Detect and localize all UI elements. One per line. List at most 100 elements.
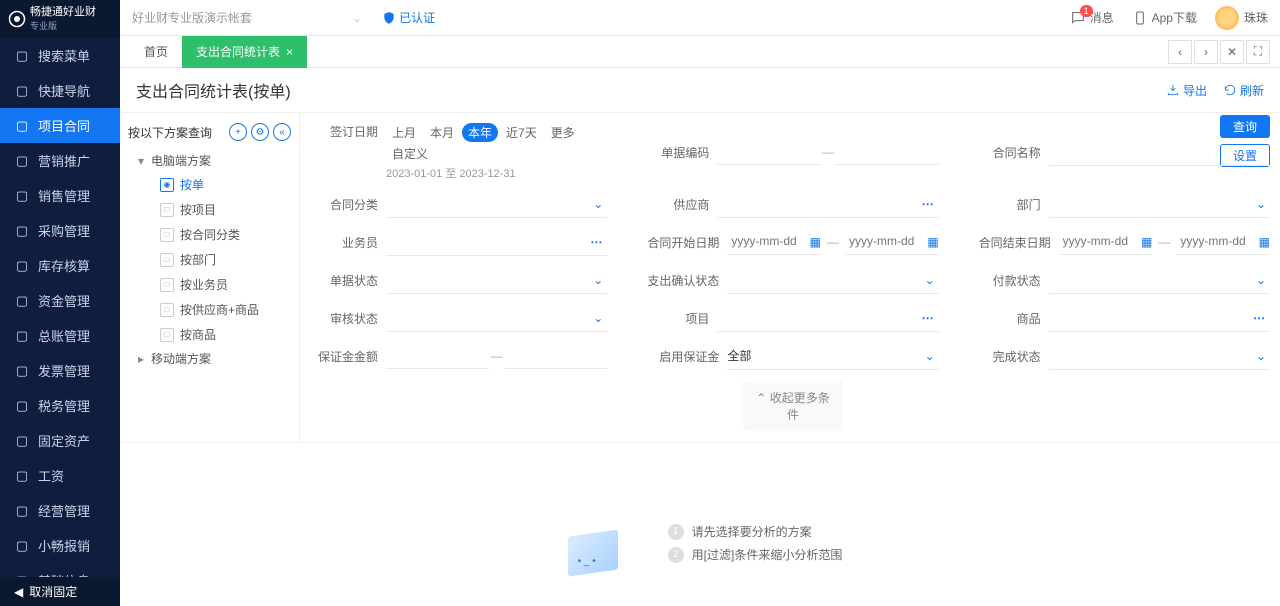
sidebar-item-10[interactable]: ▢税务管理 <box>0 388 120 423</box>
contract-name-input[interactable] <box>1049 138 1270 166</box>
sidebar-item-14[interactable]: ▢小畅报销 <box>0 528 120 563</box>
bill-code-to[interactable] <box>836 139 939 165</box>
end-date-from[interactable]: ▦ <box>1059 229 1153 255</box>
refresh-button[interactable]: 刷新 <box>1223 82 1264 99</box>
bill-status-select[interactable]: ⌄ <box>386 266 607 294</box>
sign-date-tab[interactable]: 本年 <box>462 123 498 142</box>
enable-deposit-label: 启用保证金 <box>647 348 727 365</box>
sidebar-item-9[interactable]: ▢发票管理 <box>0 353 120 388</box>
end-date-to[interactable]: ▦ <box>1176 229 1270 255</box>
goods-picker[interactable]: ⋯ <box>1049 304 1270 332</box>
messages-label: 消息 <box>1090 9 1114 26</box>
sign-date-tab[interactable]: 近7天 <box>500 123 543 142</box>
collapse-panel-button[interactable]: « <box>273 123 291 141</box>
sign-date-tab[interactable]: 自定义 <box>386 144 434 163</box>
messages-button[interactable]: 1 消息 <box>1070 9 1114 26</box>
tree-leaf[interactable]: ◉按单 <box>152 172 291 197</box>
start-date-to[interactable]: ▦ <box>845 229 939 255</box>
dash-separator: — <box>820 145 836 159</box>
fullscreen-button[interactable]: ⛶ <box>1246 40 1270 64</box>
sidebar-unpin[interactable]: ◀ 取消固定 <box>0 577 120 606</box>
tip-text: 请先选择要分析的方案 <box>692 523 812 540</box>
sign-date-range: 2023-01-01 至 2023-12-31 <box>386 165 607 181</box>
scheme-icon: □ <box>160 203 174 217</box>
tree-leaf[interactable]: □按合同分类 <box>152 222 291 247</box>
search-icon: ▢ <box>14 48 30 64</box>
tab-next-button[interactable]: › <box>1194 40 1218 64</box>
end-date-to-input[interactable] <box>1176 229 1258 255</box>
more-icon: ⋯ <box>1253 311 1266 325</box>
sign-date-tab[interactable]: 本月 <box>424 123 460 142</box>
collapse-conditions-button[interactable]: ⌃ 收起更多条件 <box>743 381 843 431</box>
sidebar-item-13[interactable]: ▢经营管理 <box>0 493 120 528</box>
start-date-to-input[interactable] <box>845 229 927 255</box>
goods-label: 商品 <box>979 310 1049 327</box>
tree-leaf[interactable]: □按商品 <box>152 322 291 347</box>
dept-select[interactable]: ⌄ <box>1049 190 1270 218</box>
calendar-icon: ▦ <box>927 235 938 249</box>
tab-0[interactable]: 首页 <box>130 36 182 68</box>
end-date-from-input[interactable] <box>1059 229 1141 255</box>
main-content: 支出合同统计表(按单) 导出 刷新 按以下方案查询 + ⚙ « ▾电脑端方案◉按… <box>120 68 1280 606</box>
contract-class-select[interactable]: ⌄ <box>386 190 607 218</box>
salesman-picker[interactable]: ⋯ <box>386 228 607 256</box>
tab-close-button[interactable]: ✕ <box>1220 40 1244 64</box>
sidebar-item-8[interactable]: ▢总账管理 <box>0 318 120 353</box>
tree-leaf[interactable]: □按供应商+商品 <box>152 297 291 322</box>
deposit-from[interactable] <box>386 343 489 369</box>
add-scheme-button[interactable]: + <box>229 123 247 141</box>
deposit-to[interactable] <box>505 343 608 369</box>
chevron-down-icon: ⌄ <box>925 349 935 363</box>
sidebar-item-3[interactable]: ▢营销推广 <box>0 143 120 178</box>
start-date-from[interactable]: ▦ <box>727 229 821 255</box>
confirm-status-select[interactable]: ⌄ <box>727 266 938 294</box>
tree-leaf-label: 按商品 <box>180 326 216 343</box>
project-picker[interactable]: ⋯ <box>717 304 938 332</box>
app-download-button[interactable]: App下载 <box>1132 9 1197 26</box>
scheme-tree: ▾电脑端方案◉按单□按项目□按合同分类□按部门□按业务员□按供应商+商品□按商品… <box>128 149 291 370</box>
chevron-down-icon: ⌄ <box>1256 349 1266 363</box>
tree-leaf[interactable]: □按业务员 <box>152 272 291 297</box>
sign-date-tab[interactable]: 上月 <box>386 123 422 142</box>
start-date-label: 合同开始日期 <box>647 234 727 251</box>
tree-leaf[interactable]: □按部门 <box>152 247 291 272</box>
search-button[interactable]: 查询 <box>1220 115 1270 138</box>
sidebar-item-7[interactable]: ▢资金管理 <box>0 283 120 318</box>
sidebar-item-0[interactable]: ▢搜索菜单 <box>0 38 120 73</box>
chevron-down-icon: ⌄ <box>352 11 362 25</box>
sidebar-item-5[interactable]: ▢采购管理 <box>0 213 120 248</box>
user-menu[interactable]: 珠珠 <box>1215 6 1268 30</box>
enable-deposit-value: 全部 <box>727 347 751 364</box>
sidebar-item-label: 项目合同 <box>38 116 90 135</box>
calendar-icon: ▦ <box>1141 235 1152 249</box>
sidebar-item-4[interactable]: ▢销售管理 <box>0 178 120 213</box>
scheme-settings-button[interactable]: ⚙ <box>251 123 269 141</box>
account-selector[interactable]: 好业财专业版演示帐套 ⌄ <box>132 9 362 26</box>
sidebar-item-6[interactable]: ▢库存核算 <box>0 248 120 283</box>
close-icon[interactable]: × <box>286 45 293 59</box>
home-icon: ▢ <box>14 83 30 99</box>
complete-status-select[interactable]: ⌄ <box>1049 342 1270 370</box>
pay-status-select[interactable]: ⌄ <box>1049 266 1270 294</box>
tree-node[interactable]: ▾电脑端方案 <box>128 149 291 172</box>
enable-deposit-select[interactable]: 全部 ⌄ <box>727 342 938 370</box>
supplier-picker[interactable]: ⋯ <box>717 190 938 218</box>
sidebar-item-11[interactable]: ▢固定资产 <box>0 423 120 458</box>
tab-label: 首页 <box>144 43 168 60</box>
export-button[interactable]: 导出 <box>1166 82 1207 99</box>
tree-node[interactable]: ▸移动端方案 <box>128 347 291 370</box>
sidebar-item-12[interactable]: ▢工资 <box>0 458 120 493</box>
confirm-status-label: 支出确认状态 <box>647 272 727 289</box>
sidebar-item-2[interactable]: ▢项目合同 <box>0 108 120 143</box>
bill-code-from[interactable] <box>717 139 820 165</box>
tab-prev-button[interactable]: ‹ <box>1168 40 1192 64</box>
sidebar-item-1[interactable]: ▢快捷导航 <box>0 73 120 108</box>
audit-status-select[interactable]: ⌄ <box>386 304 607 332</box>
scheme-icon: □ <box>160 228 174 242</box>
sign-date-tab[interactable]: 更多 <box>545 123 581 142</box>
sign-date-label: 签订日期 <box>316 123 386 140</box>
start-date-from-input[interactable] <box>727 229 809 255</box>
tree-leaf[interactable]: □按项目 <box>152 197 291 222</box>
invoice-icon: ▢ <box>14 363 30 379</box>
tab-1[interactable]: 支出合同统计表× <box>182 36 307 68</box>
